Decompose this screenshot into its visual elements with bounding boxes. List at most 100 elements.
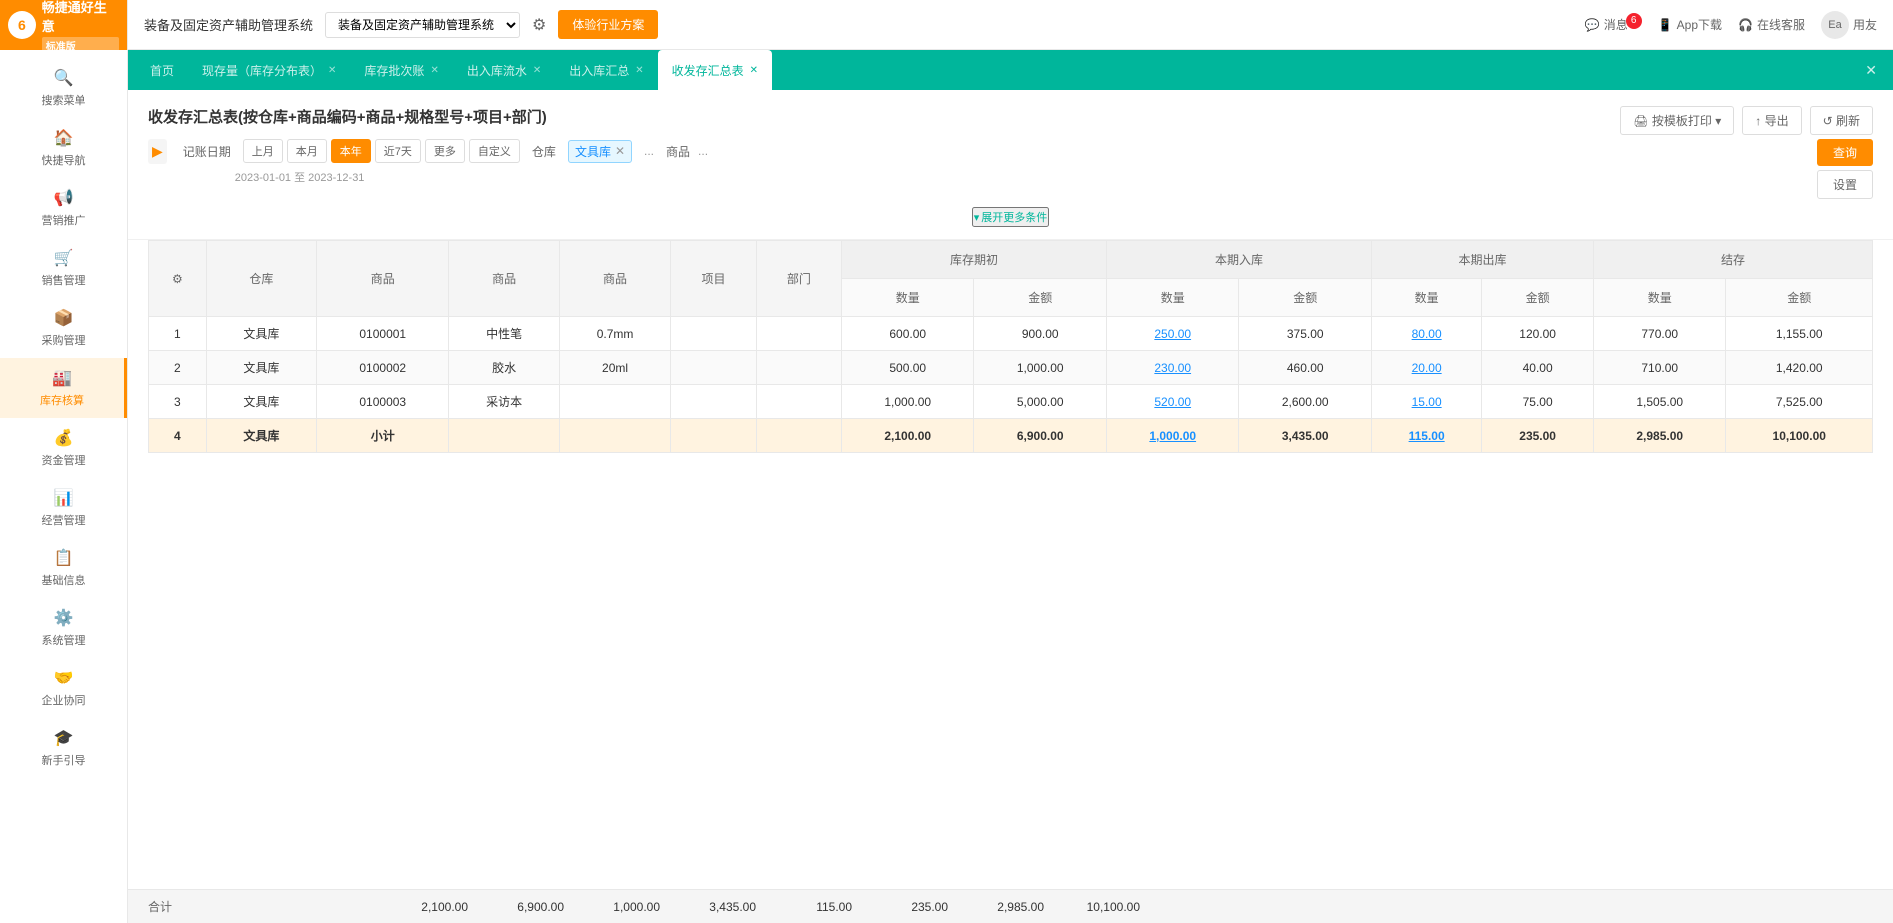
th-out-amt: 金额 bbox=[1482, 279, 1594, 317]
tab-stock-summary[interactable]: 收发存汇总表 ✕ bbox=[658, 50, 772, 90]
expand-conditions-btn[interactable]: ▾ 展开更多条件 bbox=[972, 207, 1050, 227]
sidebar-item-finance[interactable]: 💰 资金管理 bbox=[0, 418, 127, 478]
sidebar-item-quicknav[interactable]: 🏠 快捷导航 bbox=[0, 118, 127, 178]
topbar: 装备及固定资产辅助管理系统 装备及固定资产辅助管理系统 ⚙ 体验行业方案 💬 消… bbox=[128, 0, 1893, 50]
subtotal-in-qty[interactable]: 1,000.00 bbox=[1106, 419, 1239, 453]
date-btn-more[interactable]: 更多 bbox=[425, 139, 465, 163]
row2-in-qty[interactable]: 230.00 bbox=[1106, 351, 1239, 385]
row2-goods-code: 0100002 bbox=[316, 351, 449, 385]
row2-opening-qty: 500.00 bbox=[841, 351, 974, 385]
th-in-amt: 金额 bbox=[1239, 279, 1372, 317]
online-service-item[interactable]: 🎧 在线客服 bbox=[1738, 16, 1805, 33]
sidebar-item-inventory[interactable]: 🏭 库存核算 bbox=[0, 358, 127, 418]
app-download-item[interactable]: 📱 App下载 bbox=[1658, 16, 1722, 33]
tab-close-inout-summary[interactable]: ✕ bbox=[635, 65, 643, 76]
warehouse-remove-btn[interactable]: ✕ bbox=[615, 144, 625, 158]
bottombar: 合计 2,100.00 6,900.00 1,000.00 3,435.00 1… bbox=[128, 889, 1893, 923]
date-btn-custom[interactable]: 自定义 bbox=[469, 139, 520, 163]
tab-close-batch[interactable]: ✕ bbox=[430, 65, 438, 76]
row2-out-amt: 40.00 bbox=[1482, 351, 1594, 385]
print-btn[interactable]: 🖨 按模板打印 ▾ bbox=[1620, 106, 1734, 135]
th-in-qty: 数量 bbox=[1106, 279, 1239, 317]
total-closing-amt: 10,100.00 bbox=[1060, 900, 1140, 914]
system-selector[interactable]: 装备及固定资产辅助管理系统 bbox=[325, 12, 520, 38]
sidebar-item-operations[interactable]: 📊 经营管理 bbox=[0, 478, 127, 538]
row3-goods-spec bbox=[559, 385, 671, 419]
row2-out-qty[interactable]: 20.00 bbox=[1371, 351, 1481, 385]
notification-icon: 💬 bbox=[1585, 18, 1600, 32]
tab-batch[interactable]: 库存批次账 ✕ bbox=[350, 50, 452, 90]
tab-close-inventory-dist[interactable]: ✕ bbox=[328, 65, 336, 76]
warehouse-tag: 文具库 ✕ bbox=[568, 140, 632, 163]
tab-inventory-dist[interactable]: 现存量（库存分布表） ✕ bbox=[188, 50, 350, 90]
th-department: 部门 bbox=[756, 241, 841, 317]
filter-toggle[interactable]: ▶ bbox=[148, 139, 167, 164]
total-in-amt: 3,435.00 bbox=[676, 900, 756, 914]
row2-closing-qty: 710.00 bbox=[1593, 351, 1726, 385]
row1-in-qty[interactable]: 250.00 bbox=[1106, 317, 1239, 351]
system-name: 装备及固定资产辅助管理系统 bbox=[144, 15, 313, 34]
tab-inout-flow[interactable]: 出入库流水 ✕ bbox=[453, 50, 555, 90]
row3-opening-amt: 5,000.00 bbox=[974, 385, 1107, 419]
export-icon: ↑ bbox=[1755, 114, 1761, 128]
date-btn-this-year[interactable]: 本年 bbox=[331, 139, 371, 163]
row1-out-qty[interactable]: 80.00 bbox=[1371, 317, 1481, 351]
notification-label: 消息 bbox=[1604, 16, 1628, 33]
tab-close-all-btn[interactable]: ✕ bbox=[1857, 62, 1885, 79]
sidebar-item-basic[interactable]: 📋 基础信息 bbox=[0, 538, 127, 598]
gear-icon[interactable]: ⚙ bbox=[532, 15, 546, 35]
row2-department bbox=[756, 351, 841, 385]
warehouse-more-btn[interactable]: ... bbox=[644, 144, 654, 158]
tab-close-stock-summary[interactable]: ✕ bbox=[750, 65, 758, 76]
sidebar-item-sales[interactable]: 🛒 销售管理 bbox=[0, 238, 127, 298]
row1-goods-name: 中性笔 bbox=[449, 317, 559, 351]
logo-icon: 6 bbox=[8, 11, 36, 39]
goods-more-btn[interactable]: ... bbox=[698, 144, 708, 158]
row3-project bbox=[671, 385, 756, 419]
tab-inout-summary[interactable]: 出入库汇总 ✕ bbox=[555, 50, 657, 90]
th-settings[interactable]: ⚙ bbox=[149, 241, 207, 317]
th-closing-group: 结存 bbox=[1593, 241, 1872, 279]
row3-in-qty[interactable]: 520.00 bbox=[1106, 385, 1239, 419]
row3-no: 3 bbox=[149, 385, 207, 419]
tab-close-inout-flow[interactable]: ✕ bbox=[533, 65, 541, 76]
date-btn-last-month[interactable]: 上月 bbox=[243, 139, 283, 163]
experience-btn[interactable]: 体验行业方案 bbox=[558, 10, 658, 39]
row2-no: 2 bbox=[149, 351, 207, 385]
notification-item[interactable]: 💬 消息 6 bbox=[1585, 16, 1642, 33]
main-content: 装备及固定资产辅助管理系统 装备及固定资产辅助管理系统 ⚙ 体验行业方案 💬 消… bbox=[128, 0, 1893, 923]
system-icon: ⚙️ bbox=[54, 608, 74, 628]
sidebar-item-newbie[interactable]: 🎓 新手引导 bbox=[0, 718, 127, 778]
sidebar-item-system[interactable]: ⚙️ 系统管理 bbox=[0, 598, 127, 658]
query-btn[interactable]: 查询 bbox=[1817, 139, 1873, 166]
sidebar-item-cooperation[interactable]: 🤝 企业协同 bbox=[0, 658, 127, 718]
page-title: 收发存汇总表(按仓库+商品编码+商品+规格型号+项目+部门) bbox=[148, 106, 547, 127]
notification-badge: 6 bbox=[1626, 13, 1642, 29]
row3-goods-name: 采访本 bbox=[449, 385, 559, 419]
total-out-amt: 235.00 bbox=[868, 900, 948, 914]
filter-right-actions: 查询 设置 bbox=[1817, 139, 1873, 199]
sidebar-item-purchase[interactable]: 📦 采购管理 bbox=[0, 298, 127, 358]
refresh-btn[interactable]: ↺ 刷新 bbox=[1810, 106, 1873, 135]
sidebar-item-marketing[interactable]: 📢 营销推广 bbox=[0, 178, 127, 238]
row1-closing-amt: 1,155.00 bbox=[1726, 317, 1873, 351]
tab-home[interactable]: 首页 bbox=[136, 50, 188, 90]
sales-icon: 🛒 bbox=[54, 248, 74, 268]
user-item[interactable]: Ea 用友 bbox=[1821, 11, 1877, 39]
export-btn[interactable]: ↑ 导出 bbox=[1742, 106, 1801, 135]
sidebar-item-search[interactable]: 🔍 搜索菜单 bbox=[0, 58, 127, 118]
date-range-text: 2023-01-01 至 2023-12-31 bbox=[235, 169, 365, 185]
chevron-down-icon: ▾ bbox=[974, 211, 980, 224]
user-avatar: Ea bbox=[1821, 11, 1849, 39]
th-goods-name: 商品 bbox=[449, 241, 559, 317]
date-btn-7days[interactable]: 近7天 bbox=[375, 139, 421, 163]
row3-in-amt: 2,600.00 bbox=[1239, 385, 1372, 419]
row3-goods-code: 0100003 bbox=[316, 385, 449, 419]
row2-in-amt: 460.00 bbox=[1239, 351, 1372, 385]
row3-out-qty[interactable]: 15.00 bbox=[1371, 385, 1481, 419]
subtotal-out-qty[interactable]: 115.00 bbox=[1371, 419, 1481, 453]
topbar-right: 💬 消息 6 📱 App下载 🎧 在线客服 Ea 用友 bbox=[1585, 11, 1877, 39]
settings-btn[interactable]: 设置 bbox=[1817, 170, 1873, 199]
newbie-icon: 🎓 bbox=[54, 728, 74, 748]
date-btn-this-month[interactable]: 本月 bbox=[287, 139, 327, 163]
